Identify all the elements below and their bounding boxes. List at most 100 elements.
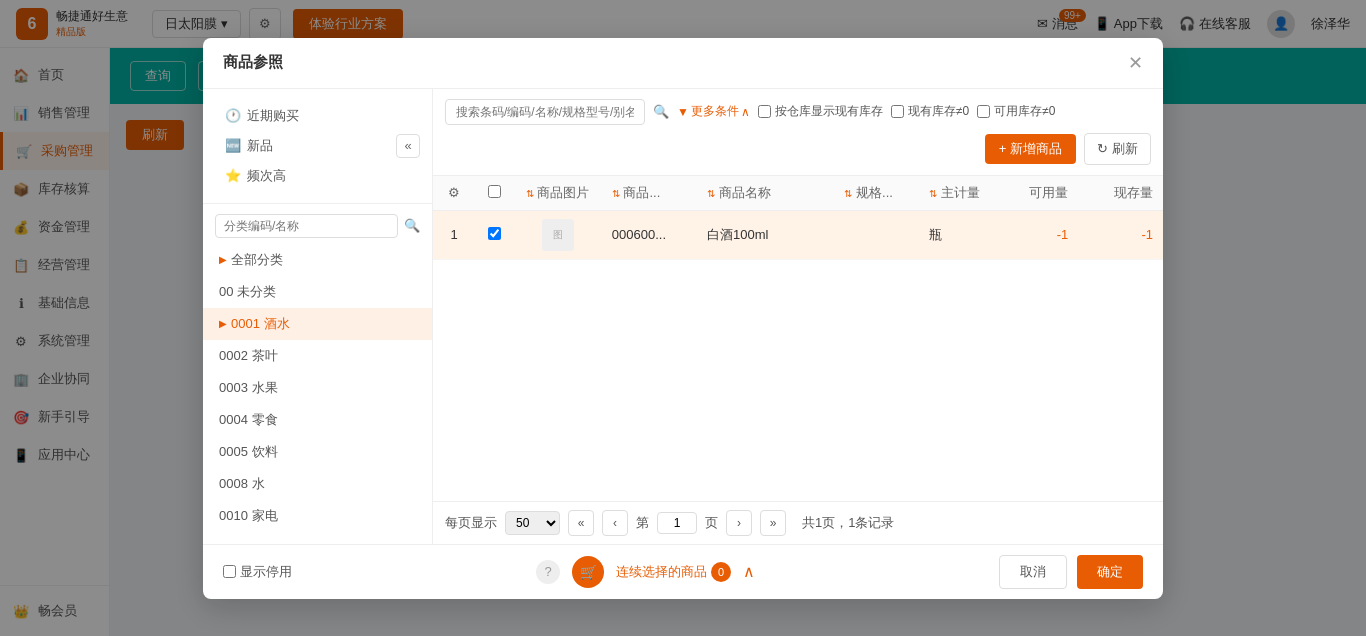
next-page-button[interactable]: › — [726, 510, 752, 536]
category-00-label: 00 未分类 — [219, 283, 276, 301]
cancel-button[interactable]: 取消 — [999, 555, 1067, 589]
row-check[interactable] — [475, 210, 513, 259]
th-img: ⇅ 商品图片 — [513, 176, 601, 211]
category-search-input[interactable] — [215, 214, 398, 238]
category-0008[interactable]: 0008 水 — [203, 468, 432, 500]
current-stock-check[interactable] — [891, 105, 904, 118]
th-check — [475, 176, 513, 211]
category-0008-label: 0008 水 — [219, 475, 265, 493]
clock-icon: 🕐 — [225, 108, 241, 123]
row-no: 1 — [433, 210, 475, 259]
category-0002[interactable]: 0002 茶叶 — [203, 340, 432, 372]
category-0004[interactable]: 0004 零食 — [203, 404, 432, 436]
new-product-btn[interactable]: 🆕 新品 — [215, 131, 388, 161]
category-0003-label: 0003 水果 — [219, 379, 278, 397]
show-disabled-label[interactable]: 显示停用 — [223, 563, 292, 581]
per-page-select[interactable]: 50 20 100 — [505, 511, 560, 535]
product-reference-modal: 商品参照 ✕ 🕐 近期购买 — [203, 48, 1163, 599]
row-code: 000600... — [602, 210, 697, 259]
chevron-up-icon: ∧ — [741, 105, 750, 119]
avail-stock-check[interactable] — [977, 105, 990, 118]
category-00[interactable]: 00 未分类 — [203, 276, 432, 308]
category-0002-label: 0002 茶叶 — [219, 347, 278, 365]
category-0004-label: 0004 零食 — [219, 411, 278, 429]
selected-count-badge: 0 — [711, 562, 731, 582]
page-number-input[interactable] — [657, 512, 697, 534]
search-icon[interactable]: 🔍 — [404, 218, 420, 233]
footer-right: 取消 确定 — [999, 555, 1143, 589]
per-page-label: 每页显示 — [445, 514, 497, 532]
star-icon: ⭐ — [225, 168, 241, 183]
modal-header: 商品参照 ✕ — [203, 48, 1163, 89]
confirm-button[interactable]: 确定 — [1077, 555, 1143, 589]
show-disabled-checkbox[interactable] — [223, 565, 236, 578]
product-search-input[interactable] — [445, 99, 645, 125]
divider — [203, 203, 432, 204]
row-spec — [834, 210, 919, 259]
category-all[interactable]: ▶ 全部分类 — [203, 244, 432, 276]
modal-overlay: 商品参照 ✕ 🕐 近期购买 — [110, 48, 1366, 636]
modal-right-panel: 🔍 ▼ 更多条件 ∧ 按仓库显示现有库存 — [433, 89, 1163, 544]
th-name: ⇅ 商品名称 — [697, 176, 834, 211]
th-avail: 可用量 — [994, 176, 1079, 211]
row-avail: -1 — [994, 210, 1079, 259]
main-layout: 🏠 首页 📊 销售管理 🛒 采购管理 📦 库存核算 💰 资金管理 📋 经营管理 … — [0, 48, 1366, 636]
search-product-icon[interactable]: 🔍 — [653, 104, 669, 119]
modal-title: 商品参照 — [223, 53, 283, 72]
add-product-button[interactable]: + 新增商品 — [985, 134, 1076, 164]
product-image: 图 — [542, 219, 574, 251]
high-freq-btn[interactable]: ⭐ 频次高 — [215, 161, 388, 191]
warehouse-stock-check[interactable] — [758, 105, 771, 118]
active-expand-icon: ▶ — [219, 318, 227, 329]
quick-actions: 🕐 近期购买 🆕 新品 ⭐ 频次高 — [203, 101, 432, 199]
table-header: ⚙ ⇅ 商品图片 ⇅ 商品... — [433, 176, 1163, 211]
category-0010[interactable]: 0010 家电 — [203, 500, 432, 532]
select-all-checkbox[interactable] — [488, 185, 501, 198]
quick-actions-list: 🕐 近期购买 🆕 新品 ⭐ 频次高 — [215, 101, 388, 191]
current-stock-checkbox[interactable]: 现有库存≠0 — [891, 103, 969, 120]
warehouse-stock-checkbox[interactable]: 按仓库显示现有库存 — [758, 103, 883, 120]
footer-center: ? 🛒 连续选择的商品 0 ∧ — [304, 556, 987, 588]
modal-footer: 显示停用 ? 🛒 连续选择的商品 0 ∧ — [203, 544, 1163, 599]
category-0001[interactable]: ▶ 0001 酒水 — [203, 308, 432, 340]
prev-page-button[interactable]: ‹ — [602, 510, 628, 536]
row-checkbox[interactable] — [488, 227, 501, 240]
filter-icon: ▼ — [677, 105, 689, 119]
filter-bar: 🔍 ▼ 更多条件 ∧ 按仓库显示现有库存 — [433, 89, 1163, 176]
category-0003[interactable]: 0003 水果 — [203, 372, 432, 404]
cart-button[interactable]: 🛒 — [572, 556, 604, 588]
last-page-button[interactable]: » — [760, 510, 786, 536]
th-stock: 现存量 — [1078, 176, 1163, 211]
th-settings: ⚙ — [433, 176, 475, 211]
row-img: 图 — [513, 210, 601, 259]
new-icon: 🆕 — [225, 138, 241, 153]
collapse-footer-button[interactable]: ∧ — [743, 562, 755, 581]
th-unit: ⇅ 主计量 — [919, 176, 994, 211]
modal-close-button[interactable]: ✕ — [1128, 52, 1143, 74]
table-row[interactable]: 1 图 000600... 白酒100ml 瓶 — [433, 210, 1163, 259]
cart-icon: 🛒 — [580, 564, 597, 580]
category-0001-label: 0001 酒水 — [231, 315, 290, 333]
current-stock-label: 现有库存≠0 — [908, 103, 969, 120]
show-disabled-text: 显示停用 — [240, 563, 292, 581]
th-spec: ⇅ 规格... — [834, 176, 919, 211]
pagination-summary: 共1页，1条记录 — [802, 514, 894, 532]
page-label: 第 — [636, 514, 649, 532]
main-content: 查询 设置 刷新 商品参照 ✕ — [110, 48, 1366, 636]
warehouse-stock-label: 按仓库显示现有库存 — [775, 103, 883, 120]
collapse-left-button[interactable]: « — [396, 134, 420, 158]
category-0005[interactable]: 0005 饮料 — [203, 436, 432, 468]
refresh-label: 刷新 — [1112, 140, 1138, 158]
recent-purchase-btn[interactable]: 🕐 近期购买 — [215, 101, 388, 131]
first-page-button[interactable]: « — [568, 510, 594, 536]
avail-stock-checkbox[interactable]: 可用库存≠0 — [977, 103, 1055, 120]
help-icon-button[interactable]: ? — [536, 560, 560, 584]
refresh-product-button[interactable]: ↻ 刷新 — [1084, 133, 1151, 165]
header-row: ⚙ ⇅ 商品图片 ⇅ 商品... — [433, 176, 1163, 211]
more-filters-label: 更多条件 — [691, 103, 739, 120]
modal-body: 🕐 近期购买 🆕 新品 ⭐ 频次高 — [203, 89, 1163, 544]
row-stock: -1 — [1078, 210, 1163, 259]
pagination-bar: 每页显示 50 20 100 « ‹ 第 页 › — [433, 501, 1163, 544]
product-table: ⚙ ⇅ 商品图片 ⇅ 商品... — [433, 176, 1163, 260]
more-filters-button[interactable]: ▼ 更多条件 ∧ — [677, 103, 750, 120]
